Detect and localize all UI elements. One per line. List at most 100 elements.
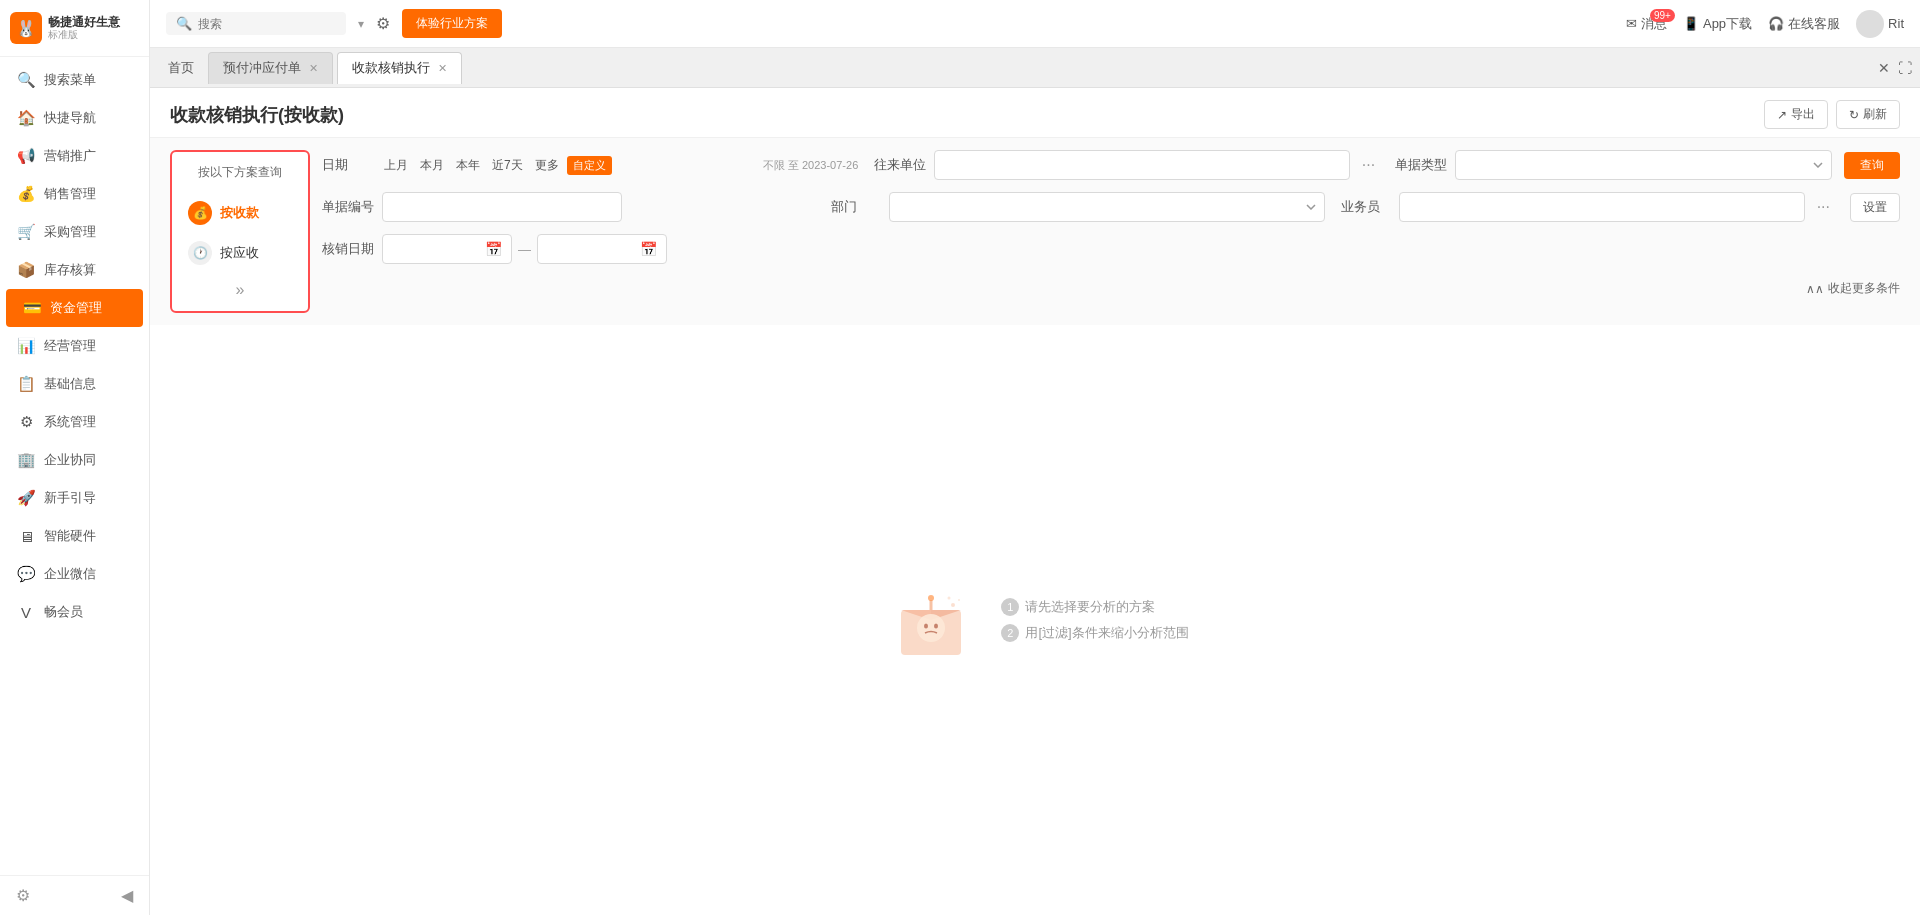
salesperson-input[interactable]	[1399, 192, 1805, 222]
service-icon: 🎧	[1768, 16, 1784, 31]
doc-no-input[interactable]	[382, 192, 622, 222]
date-tab-7days[interactable]: 近7天	[488, 155, 527, 176]
tab-home[interactable]: 首页	[158, 52, 204, 84]
collapse-more-label: 收起更多条件	[1828, 280, 1900, 297]
purchase-nav-label: 采购管理	[44, 223, 96, 241]
sidebar-item-operation[interactable]: 📊 经营管理	[0, 327, 149, 365]
export-icon: ↗	[1777, 108, 1787, 122]
salesperson-label: 业务员	[1341, 198, 1391, 216]
search-chevron-icon[interactable]: ▾	[358, 17, 364, 31]
sidebar-item-finance[interactable]: 💳 资金管理	[6, 289, 143, 327]
sidebar-item-system[interactable]: ⚙ 系统管理	[0, 403, 149, 441]
sidebar-item-smart[interactable]: 🖥 智能硬件	[0, 517, 149, 555]
sidebar-item-marketing[interactable]: 📢 营销推广	[0, 137, 149, 175]
avatar	[1856, 10, 1884, 38]
dept-label: 部门	[831, 198, 881, 216]
date-tab-last-month[interactable]: 上月	[380, 155, 412, 176]
svg-point-7	[948, 597, 951, 600]
basic-nav-label: 基础信息	[44, 375, 96, 393]
tip-text-2: 用[过滤]条件来缩小分析范围	[1025, 624, 1188, 642]
enterprise-nav-label: 企业协同	[44, 451, 96, 469]
user-menu[interactable]: Rit	[1856, 10, 1904, 38]
sidebar-item-newbie[interactable]: 🚀 新手引导	[0, 479, 149, 517]
date-tab-more[interactable]: 更多	[531, 155, 563, 176]
search-nav-icon: 🔍	[16, 71, 36, 89]
online-service-button[interactable]: 🎧 在线客服	[1768, 15, 1840, 33]
offset-date-start-input[interactable]: 2023-03-01	[391, 242, 481, 256]
prepay-tab-close-icon[interactable]: ✕	[309, 62, 318, 75]
tab-expand-icon[interactable]: ⛶	[1898, 60, 1912, 76]
counterparty-label: 往来单位	[874, 156, 926, 174]
offset-date-end-input[interactable]: 2023-07-21	[546, 242, 636, 256]
export-button[interactable]: ↗ 导出	[1764, 100, 1828, 129]
query-button[interactable]: 查询	[1844, 152, 1900, 179]
tab-bar: 首页 预付冲应付单 ✕ 收款核销执行 ✕ ✕ ⛶	[150, 48, 1920, 88]
settings-button[interactable]: 设置	[1850, 193, 1900, 222]
message-badge: 99+	[1650, 9, 1675, 22]
sidebar-item-inventory[interactable]: 📦 库存核算	[0, 251, 149, 289]
sidebar-item-sales[interactable]: 💰 销售管理	[0, 175, 149, 213]
date-tab-this-month[interactable]: 本月	[416, 155, 448, 176]
logo-text: 畅捷通好生意 标准版	[48, 15, 120, 41]
filter-form: 日期 上月 本月 本年 近7天 更多 自定义 不限 至 2023-07-26 往…	[322, 150, 1900, 313]
logo-icon: 🐰	[10, 12, 42, 44]
doc-no-field: 单据编号	[322, 192, 815, 222]
user-name: Rit	[1888, 16, 1904, 31]
inventory-nav-icon: 📦	[16, 261, 36, 279]
settings-icon[interactable]: ⚙	[16, 886, 30, 905]
sidebar-item-enterprise[interactable]: 🏢 企业协同	[0, 441, 149, 479]
app-download-button[interactable]: 📱 App下载	[1683, 15, 1752, 33]
tab-receipt-offset[interactable]: 收款核销执行 ✕	[337, 52, 462, 84]
header-search-box[interactable]: 🔍	[166, 12, 346, 35]
industry-solution-button[interactable]: 体验行业方案	[402, 9, 502, 38]
svg-point-3	[934, 624, 938, 629]
tip-num-2: 2	[1001, 624, 1019, 642]
empty-tips: 1 请先选择要分析的方案 2 用[过滤]条件来缩小分析范围	[1001, 598, 1188, 642]
quick-nav-nav-label: 快捷导航	[44, 109, 96, 127]
dept-select[interactable]	[889, 192, 1324, 222]
sidebar-item-quick-nav[interactable]: 🏠 快捷导航	[0, 99, 149, 137]
basic-nav-icon: 📋	[16, 375, 36, 393]
filter-row-2: 单据编号 部门 业务员 ··· 设置	[322, 192, 1900, 222]
filter-panel: 按以下方案查询 💰 按收款 🕐 按应收 »	[170, 150, 310, 313]
header-gear-icon[interactable]: ⚙	[376, 14, 390, 33]
doc-type-label: 单据类型	[1395, 156, 1447, 174]
sidebar-item-purchase[interactable]: 🛒 采购管理	[0, 213, 149, 251]
search-input[interactable]	[198, 17, 328, 31]
doc-type-select[interactable]	[1455, 150, 1832, 180]
sidebar: 🐰 畅捷通好生意 标准版 🔍 搜索菜单 🏠 快捷导航 📢 营销推广 💰 销售管理…	[0, 0, 150, 915]
counterparty-input[interactable]	[934, 150, 1350, 180]
search-nav-label: 搜索菜单	[44, 71, 96, 89]
filter-panel-collapse-btn[interactable]: »	[182, 281, 298, 299]
prepay-tab-label: 预付冲应付单	[223, 59, 301, 77]
filter-by-receipt[interactable]: 💰 按收款	[182, 193, 298, 233]
offset-date-start-calendar-icon[interactable]: 📅	[485, 241, 502, 257]
sidebar-item-wechat[interactable]: 💬 企业微信	[0, 555, 149, 593]
offset-date-end-wrap: 2023-07-21 📅	[537, 234, 667, 264]
message-button[interactable]: ✉ 消息 99+	[1626, 15, 1667, 33]
tab-prepay[interactable]: 预付冲应付单 ✕	[208, 52, 333, 84]
date-tab-this-year[interactable]: 本年	[452, 155, 484, 176]
salesperson-more-icon[interactable]: ···	[1813, 198, 1834, 216]
service-label: 在线客服	[1788, 15, 1840, 33]
sidebar-item-member[interactable]: V 畅会员	[0, 593, 149, 631]
collapse-more-btn[interactable]: ∧∧ 收起更多条件	[322, 276, 1900, 301]
filter-by-receivable[interactable]: 🕐 按应收	[182, 233, 298, 273]
receipt-offset-tab-close-icon[interactable]: ✕	[438, 62, 447, 75]
offset-date-start-wrap: 2023-03-01 📅	[382, 234, 512, 264]
refresh-button[interactable]: ↻ 刷新	[1836, 100, 1900, 129]
purchase-nav-icon: 🛒	[16, 223, 36, 241]
counterparty-more-icon[interactable]: ···	[1358, 156, 1379, 174]
message-icon: ✉	[1626, 16, 1637, 31]
sidebar-item-search[interactable]: 🔍 搜索菜单	[0, 61, 149, 99]
sidebar-item-basic[interactable]: 📋 基础信息	[0, 365, 149, 403]
app-label: App下载	[1703, 15, 1752, 33]
filter-panel-title: 按以下方案查询	[182, 164, 298, 181]
offset-date-end-calendar-icon[interactable]: 📅	[640, 241, 657, 257]
page-header: 收款核销执行(按收款) ↗ 导出 ↻ 刷新	[150, 88, 1920, 138]
tab-close-all-icon[interactable]: ✕	[1878, 60, 1890, 76]
collapse-sidebar-icon[interactable]: ◀	[121, 886, 133, 905]
finance-nav-icon: 💳	[22, 299, 42, 317]
date-custom-tag[interactable]: 自定义	[567, 156, 612, 175]
svg-point-6	[951, 603, 955, 607]
